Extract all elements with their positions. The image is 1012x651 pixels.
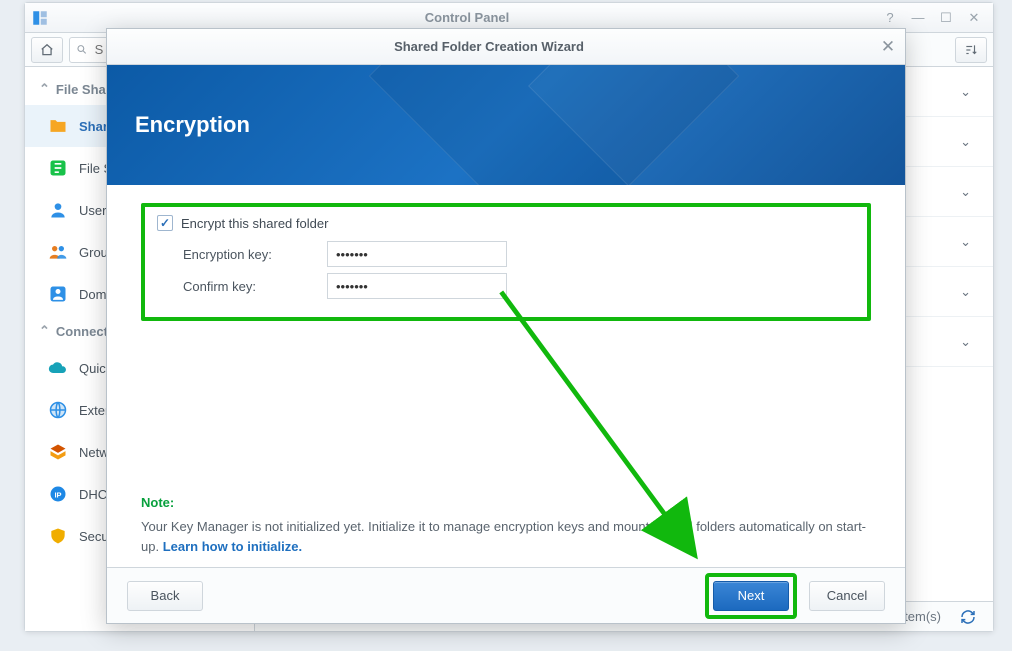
confirm-key-input[interactable]	[327, 273, 507, 299]
next-button[interactable]: Next	[713, 581, 789, 611]
dhcp-icon: IP	[47, 483, 69, 505]
wizard-dialog: Shared Folder Creation Wizard ✕ Encrypti…	[106, 28, 906, 624]
refresh-button[interactable]	[957, 606, 979, 628]
encrypt-checkbox-row[interactable]: Encrypt this shared folder	[157, 215, 855, 231]
minimize-icon[interactable]: —	[907, 8, 929, 28]
back-button[interactable]: Back	[127, 581, 203, 611]
app-icon	[25, 9, 55, 27]
sidebar-item-label: User	[79, 203, 106, 218]
chevron-down-icon: ⌄	[960, 284, 971, 300]
chevron-down-icon: ⌄	[960, 184, 971, 200]
encryption-key-row: Encryption key:	[183, 241, 855, 267]
confirm-key-row: Confirm key:	[183, 273, 855, 299]
encrypt-checkbox[interactable]	[157, 215, 173, 231]
folder-icon	[47, 115, 69, 137]
dialog-footer: Back Next Cancel	[107, 567, 905, 623]
cancel-button[interactable]: Cancel	[809, 581, 885, 611]
maximize-icon[interactable]: ☐	[935, 8, 957, 28]
chevron-down-icon: ⌄	[960, 134, 971, 150]
encryption-key-input[interactable]	[327, 241, 507, 267]
confirm-key-label: Confirm key:	[183, 279, 313, 294]
chevron-down-icon: ⌄	[960, 334, 971, 350]
dialog-banner-title: Encryption	[135, 112, 250, 138]
note-block: Note: Your Key Manager is not initialize…	[141, 493, 871, 557]
close-icon[interactable]: ✕	[963, 8, 985, 28]
chevron-up-icon: ⌃	[39, 81, 50, 97]
chevron-down-icon: ⌄	[960, 234, 971, 250]
cloud-icon	[47, 357, 69, 379]
dialog-close-button[interactable]: ✕	[871, 37, 905, 57]
help-icon[interactable]: ?	[879, 8, 901, 28]
home-button[interactable]	[31, 37, 63, 63]
chevron-up-icon: ⌃	[39, 323, 50, 339]
file-services-icon	[47, 157, 69, 179]
user-icon	[47, 199, 69, 221]
next-button-highlight: Next	[705, 573, 797, 619]
dialog-banner: Encryption	[107, 65, 905, 185]
globe-icon	[47, 399, 69, 421]
search-icon	[76, 43, 88, 56]
dialog-titlebar: Shared Folder Creation Wizard ✕	[107, 29, 905, 65]
domain-icon	[47, 283, 69, 305]
network-icon	[47, 441, 69, 463]
group-icon	[47, 241, 69, 263]
note-heading: Note:	[141, 493, 871, 513]
dialog-title: Shared Folder Creation Wizard	[107, 39, 871, 54]
sort-button[interactable]	[955, 37, 987, 63]
svg-text:IP: IP	[54, 490, 61, 499]
shield-icon	[47, 525, 69, 547]
note-link[interactable]: Learn how to initialize.	[163, 539, 302, 554]
chevron-down-icon: ⌄	[960, 84, 971, 100]
window-title: Control Panel	[55, 10, 879, 25]
encryption-form-highlight: Encrypt this shared folder Encryption ke…	[141, 203, 871, 321]
dialog-body: Encrypt this shared folder Encryption ke…	[107, 185, 905, 567]
encrypt-checkbox-label: Encrypt this shared folder	[181, 216, 328, 231]
encryption-key-label: Encryption key:	[183, 247, 313, 262]
